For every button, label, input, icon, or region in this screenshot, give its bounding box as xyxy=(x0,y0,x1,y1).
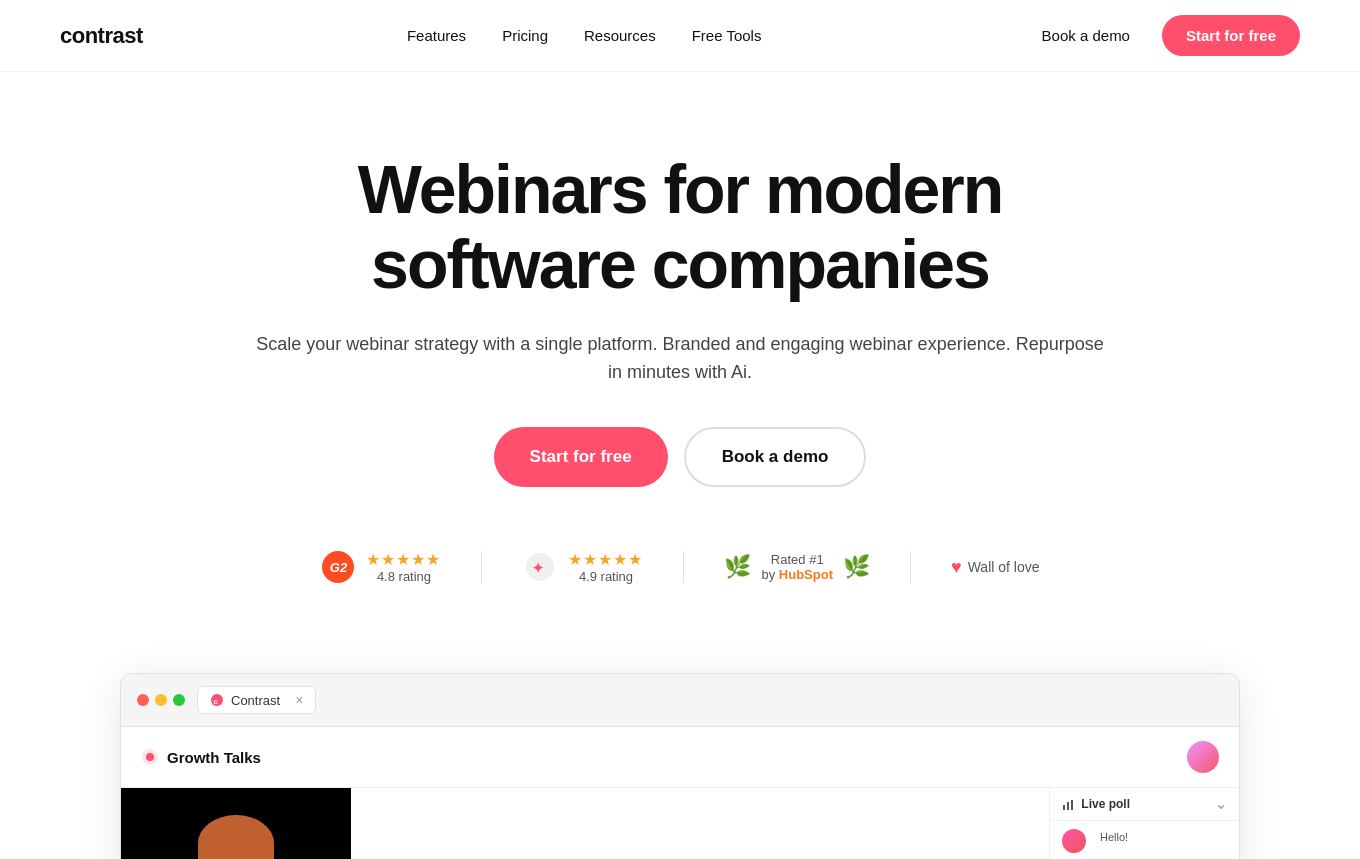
live-poll-label: Live poll xyxy=(1062,797,1130,811)
browser-mockup-wrap: c Contrast × Growth Talks xyxy=(100,673,1260,859)
tab-close-icon[interactable]: × xyxy=(295,692,303,708)
logo[interactable]: contrast xyxy=(60,23,143,49)
webinar-title: Growth Talks xyxy=(141,748,261,766)
browser-dots xyxy=(137,694,185,706)
heart-icon: ♥ xyxy=(951,557,962,578)
dot-yellow xyxy=(155,694,167,706)
browser-tab: c Contrast × xyxy=(197,686,316,714)
nav-pricing[interactable]: Pricing xyxy=(502,27,548,44)
dot-green xyxy=(173,694,185,706)
presenter-video xyxy=(121,788,351,859)
capterra-rating: ✦ ★★★★★ 4.9 rating xyxy=(522,549,643,585)
sidebar-header: Live poll ⌄ xyxy=(1050,788,1239,821)
nav-resources[interactable]: Resources xyxy=(584,27,656,44)
svg-text:c: c xyxy=(214,697,219,706)
svg-rect-14 xyxy=(1067,802,1069,810)
nav-free-tools[interactable]: Free Tools xyxy=(692,27,762,44)
sidebar-expand-icon[interactable]: ⌄ xyxy=(1215,796,1227,812)
hubspot-text: HubSpot xyxy=(779,567,833,582)
start-for-free-button[interactable]: Start for free xyxy=(1162,15,1300,56)
divider-3 xyxy=(910,551,911,583)
book-demo-button[interactable]: Book a demo xyxy=(1026,17,1146,54)
webinar-ui: Growth Talks xyxy=(121,727,1239,859)
nav-features[interactable]: Features xyxy=(407,27,466,44)
dot-red xyxy=(137,694,149,706)
g2-stars-group: ★★★★★ 4.8 rating xyxy=(366,550,441,584)
presenter-svg xyxy=(121,788,351,859)
svg-text:✦: ✦ xyxy=(532,560,544,576)
browser-tab-label: Contrast xyxy=(231,693,280,708)
svg-rect-13 xyxy=(1063,805,1065,810)
webinar-header: Growth Talks xyxy=(121,727,1239,788)
capterra-svg-icon: ✦ xyxy=(524,551,556,583)
nav-links: Features Pricing Resources Free Tools xyxy=(407,27,762,44)
msg-1-content: Hello! xyxy=(1100,829,1128,843)
hubspot-rating: 🌿 Rated #1 by HubSpot 🌿 xyxy=(724,552,870,582)
hero-demo-button[interactable]: Book a demo xyxy=(684,427,867,487)
g2-rating: G2 ★★★★★ 4.8 rating xyxy=(320,549,441,585)
webinar-logo-icon xyxy=(141,748,159,766)
presenter-image xyxy=(121,788,351,859)
svg-point-5 xyxy=(146,753,154,761)
svg-rect-10 xyxy=(198,843,274,859)
chat-messages: Hello! Maxim Where're you joining from? … xyxy=(1050,821,1239,859)
hero-subtext: Scale your webinar strategy with a singl… xyxy=(250,330,1110,388)
g2-icon: G2 xyxy=(320,549,356,585)
ratings-row: G2 ★★★★★ 4.8 rating ✦ ★★★★★ 4.9 rating xyxy=(250,539,1110,633)
capterra-stars-group: ★★★★★ 4.9 rating xyxy=(568,550,643,584)
capterra-rating-text: 4.9 rating xyxy=(568,569,643,584)
msg-1-text: Hello! xyxy=(1100,831,1128,843)
bar-chart-icon xyxy=(1062,799,1074,811)
laurel-left-icon: 🌿 xyxy=(724,554,751,580)
msg-1: Hello! xyxy=(1062,829,1227,853)
hero-section: Webinars for modern software companies S… xyxy=(230,72,1130,673)
capterra-icon: ✦ xyxy=(522,549,558,585)
webinar-sidebar: Live poll ⌄ Hello! xyxy=(1049,788,1239,859)
wall-of-love-label: Wall of love xyxy=(968,559,1040,575)
msg-avatar-1 xyxy=(1062,829,1086,853)
navbar: contrast Features Pricing Resources Free… xyxy=(0,0,1360,72)
svg-rect-15 xyxy=(1071,800,1073,810)
wall-of-love: ♥ Wall of love xyxy=(951,557,1040,578)
webinar-host-avatar xyxy=(1187,741,1219,773)
hero-start-button[interactable]: Start for free xyxy=(494,427,668,487)
g2-stars: ★★★★★ xyxy=(366,550,441,569)
browser-mockup: c Contrast × Growth Talks xyxy=(120,673,1240,859)
browser-bar: c Contrast × xyxy=(121,674,1239,727)
contrast-tab-icon: c xyxy=(210,693,224,707)
rated-by: by HubSpot xyxy=(761,567,833,582)
g2-rating-text: 4.8 rating xyxy=(366,569,441,584)
hero-headline: Webinars for modern software companies xyxy=(250,152,1110,302)
poll-area: POLL RESULTS Which marketing channel has… xyxy=(351,788,1049,859)
divider-2 xyxy=(683,551,684,583)
webinar-body: POLL RESULTS Which marketing channel has… xyxy=(121,788,1239,859)
capterra-stars: ★★★★★ xyxy=(568,550,643,569)
hero-buttons: Start for free Book a demo xyxy=(250,427,1110,487)
laurel-right-icon: 🌿 xyxy=(843,554,870,580)
divider-1 xyxy=(481,551,482,583)
rated-badge: Rated #1 by HubSpot xyxy=(761,552,833,582)
rated-number: Rated #1 xyxy=(761,552,833,567)
nav-right: Book a demo Start for free xyxy=(1026,15,1300,56)
